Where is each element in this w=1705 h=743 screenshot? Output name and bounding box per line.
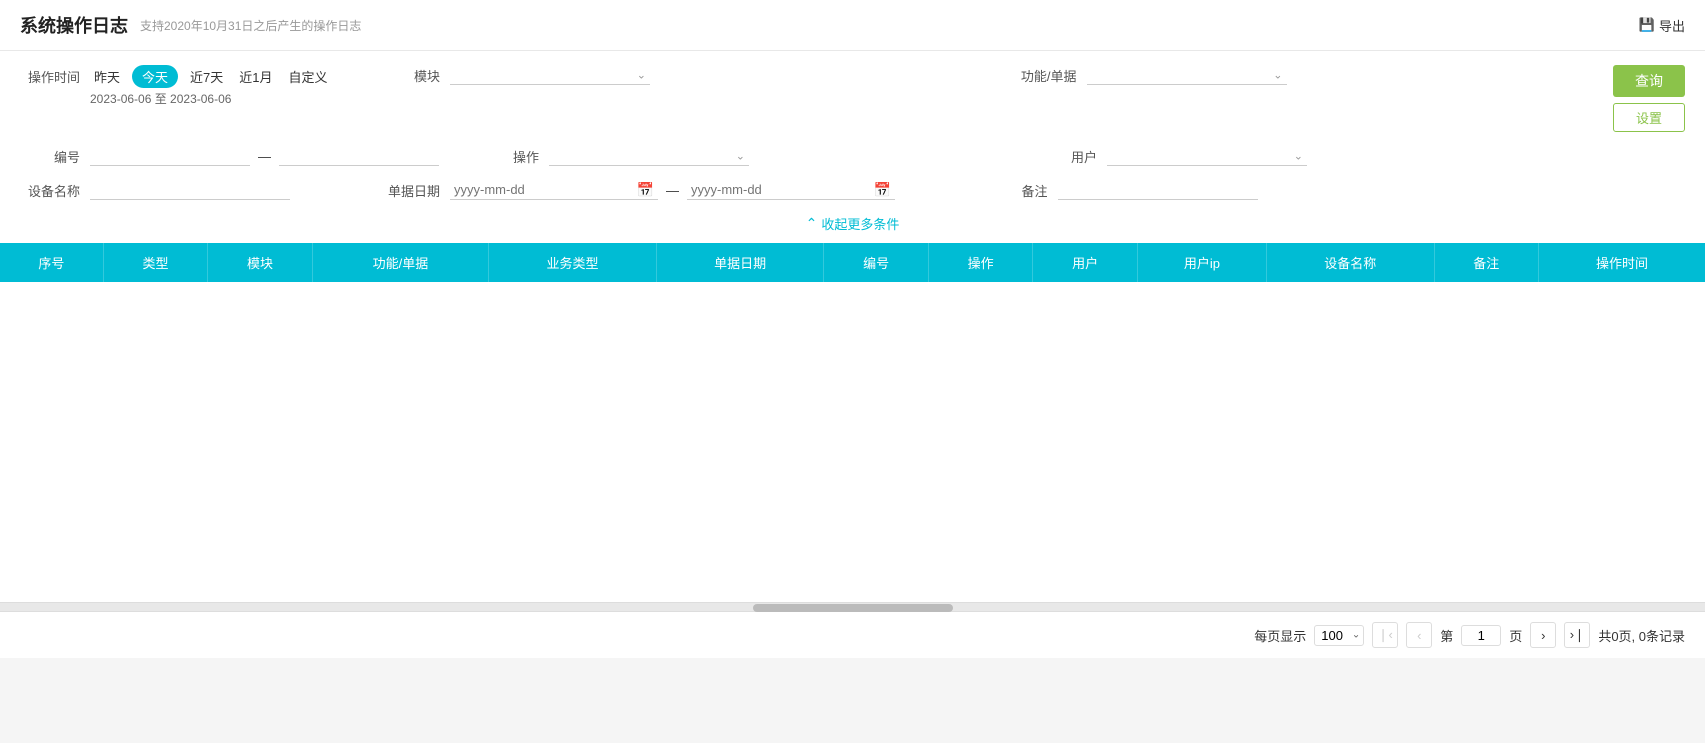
doc-date-col: 单据日期 📅 — 📅 [380,180,948,200]
doc-date-to[interactable] [691,182,867,197]
operation-select-wrap[interactable]: ⌄ [549,146,749,166]
total-info: 共0页, 0条记录 [1598,626,1685,645]
col-device: 设备名称 [1266,243,1434,282]
page-size-wrap[interactable]: 100 50 200 500 ⌄ [1314,625,1364,646]
page-unit: 页 [1509,626,1522,645]
table-container: 序号 类型 模块 功能/单据 业务类型 单据日期 编号 操作 用户 用户ip 设… [0,243,1705,282]
date-range-display: 2023-06-06 至 2023-06-06 [90,90,340,107]
settings-button[interactable]: 设置 [1613,103,1685,132]
calendar-to-icon[interactable]: 📅 [874,181,891,198]
doc-date-from-wrap[interactable]: 📅 [450,180,658,200]
time-options: 昨天 今天 近7天 近1月 自定义 [90,65,332,88]
page-header: 系统操作日志 支持2020年10月31日之后产生的操作日志 💾 导出 [0,0,1705,51]
time-btn-7days[interactable]: 近7天 [186,65,227,88]
user-label: 用户 [1037,147,1107,166]
number-input-to[interactable] [279,146,439,166]
per-page-label: 每页显示 [1254,626,1306,645]
function-col: 功能/单据 ⌄ [1007,65,1594,85]
col-module: 模块 [208,243,312,282]
device-input[interactable] [90,180,290,200]
scrollbar-thumb[interactable] [753,604,953,612]
prev-page-button[interactable]: ‹ [1406,622,1432,648]
remark-label: 备注 [988,181,1058,200]
operation-select[interactable] [553,148,725,163]
time-btn-today[interactable]: 今天 [132,65,178,88]
title-area: 系统操作日志 支持2020年10月31日之后产生的操作日志 [20,12,361,38]
doc-date-to-wrap[interactable]: 📅 [687,180,895,200]
filter-section: 操作时间 昨天 今天 近7天 近1月 自定义 2023-06-06 至 2023… [0,51,1705,243]
export-icon: 💾 [1639,17,1655,33]
table-header: 序号 类型 模块 功能/单据 业务类型 单据日期 编号 操作 用户 用户ip 设… [0,243,1705,282]
device-col: 设备名称 [20,180,340,200]
operation-label: 操作 [479,147,549,166]
col-number: 编号 [824,243,928,282]
collapse-label: 收起更多条件 [821,214,899,233]
doc-date-from[interactable] [454,182,630,197]
col-user-ip: 用户ip [1137,243,1266,282]
query-button[interactable]: 查询 [1613,65,1685,97]
page-input[interactable] [1461,625,1501,646]
doc-date-dash: — [666,183,679,198]
first-page-button[interactable]: ❘‹ [1372,622,1398,648]
data-table: 序号 类型 模块 功能/单据 业务类型 单据日期 编号 操作 用户 用户ip 设… [0,243,1705,282]
function-label: 功能/单据 [1007,66,1087,85]
doc-date-label: 单据日期 [380,181,450,200]
col-op-time: 操作时间 [1539,243,1705,282]
col-operation: 操作 [928,243,1032,282]
user-select[interactable] [1111,148,1283,163]
filter-row-3: 设备名称 单据日期 📅 — 📅 备注 [20,180,1685,200]
col-biz-type: 业务类型 [489,243,657,282]
header-row: 序号 类型 模块 功能/单据 业务类型 单据日期 编号 操作 用户 用户ip 设… [0,243,1705,282]
collapse-bar[interactable]: ⌃ 收起更多条件 [20,208,1685,243]
number-dash: — [258,149,271,164]
operation-chevron-icon: ⌄ [736,149,745,162]
remark-input[interactable] [1058,180,1258,200]
device-label: 设备名称 [20,181,90,200]
pagination-area: 每页显示 100 50 200 500 ⌄ ❘‹ ‹ 第 页 › ›❘ 共0页,… [0,612,1705,658]
col-user: 用户 [1033,243,1137,282]
time-btn-custom[interactable]: 自定义 [285,65,332,88]
page-size-select[interactable]: 100 50 200 500 [1314,625,1364,646]
time-filter-top: 操作时间 昨天 今天 近7天 近1月 自定义 [20,65,340,88]
function-select-wrap[interactable]: ⌄ [1087,65,1287,85]
last-page-button[interactable]: ›❘ [1564,622,1590,648]
page-title: 系统操作日志 [20,12,128,38]
export-button[interactable]: 💾 导出 [1639,16,1685,35]
scrollbar-area[interactable] [0,602,1705,612]
function-chevron-icon: ⌄ [1273,68,1282,81]
col-doc-date: 单据日期 [656,243,824,282]
user-chevron-icon: ⌄ [1294,149,1303,162]
action-buttons: 查询 设置 [1613,65,1685,132]
number-col: 编号 — [20,146,439,166]
next-page-button[interactable]: › [1530,622,1556,648]
col-remark: 备注 [1434,243,1538,282]
module-chevron-icon: ⌄ [637,68,646,81]
module-select-wrap[interactable]: ⌄ [450,65,650,85]
module-label: 模块 [380,66,450,85]
col-type: 类型 [103,243,207,282]
col-seq: 序号 [0,243,103,282]
empty-area [0,282,1705,602]
time-label: 操作时间 [20,67,90,86]
number-input-from[interactable] [90,146,250,166]
page-label: 第 [1440,626,1453,645]
calendar-from-icon[interactable]: 📅 [637,181,654,198]
module-select[interactable] [454,67,626,82]
filter-row-2: 编号 — 操作 ⌄ 用户 [20,146,1685,166]
operation-col: 操作 ⌄ [479,146,997,166]
user-select-wrap[interactable]: ⌄ [1107,146,1307,166]
time-btn-yesterday[interactable]: 昨天 [90,65,124,88]
collapse-icon: ⌃ [806,215,818,232]
export-label: 导出 [1659,16,1685,35]
time-filter-col: 操作时间 昨天 今天 近7天 近1月 自定义 2023-06-06 至 2023… [20,65,340,107]
page-subtitle: 支持2020年10月31日之后产生的操作日志 [140,17,361,34]
filter-row-1: 操作时间 昨天 今天 近7天 近1月 自定义 2023-06-06 至 2023… [20,65,1685,132]
module-col: 模块 ⌄ [380,65,967,85]
user-col: 用户 ⌄ [1037,146,1555,166]
function-select[interactable] [1091,67,1263,82]
col-function: 功能/单据 [312,243,488,282]
number-label: 编号 [20,147,90,166]
time-btn-1month[interactable]: 近1月 [235,65,276,88]
remark-col: 备注 [988,180,1556,200]
